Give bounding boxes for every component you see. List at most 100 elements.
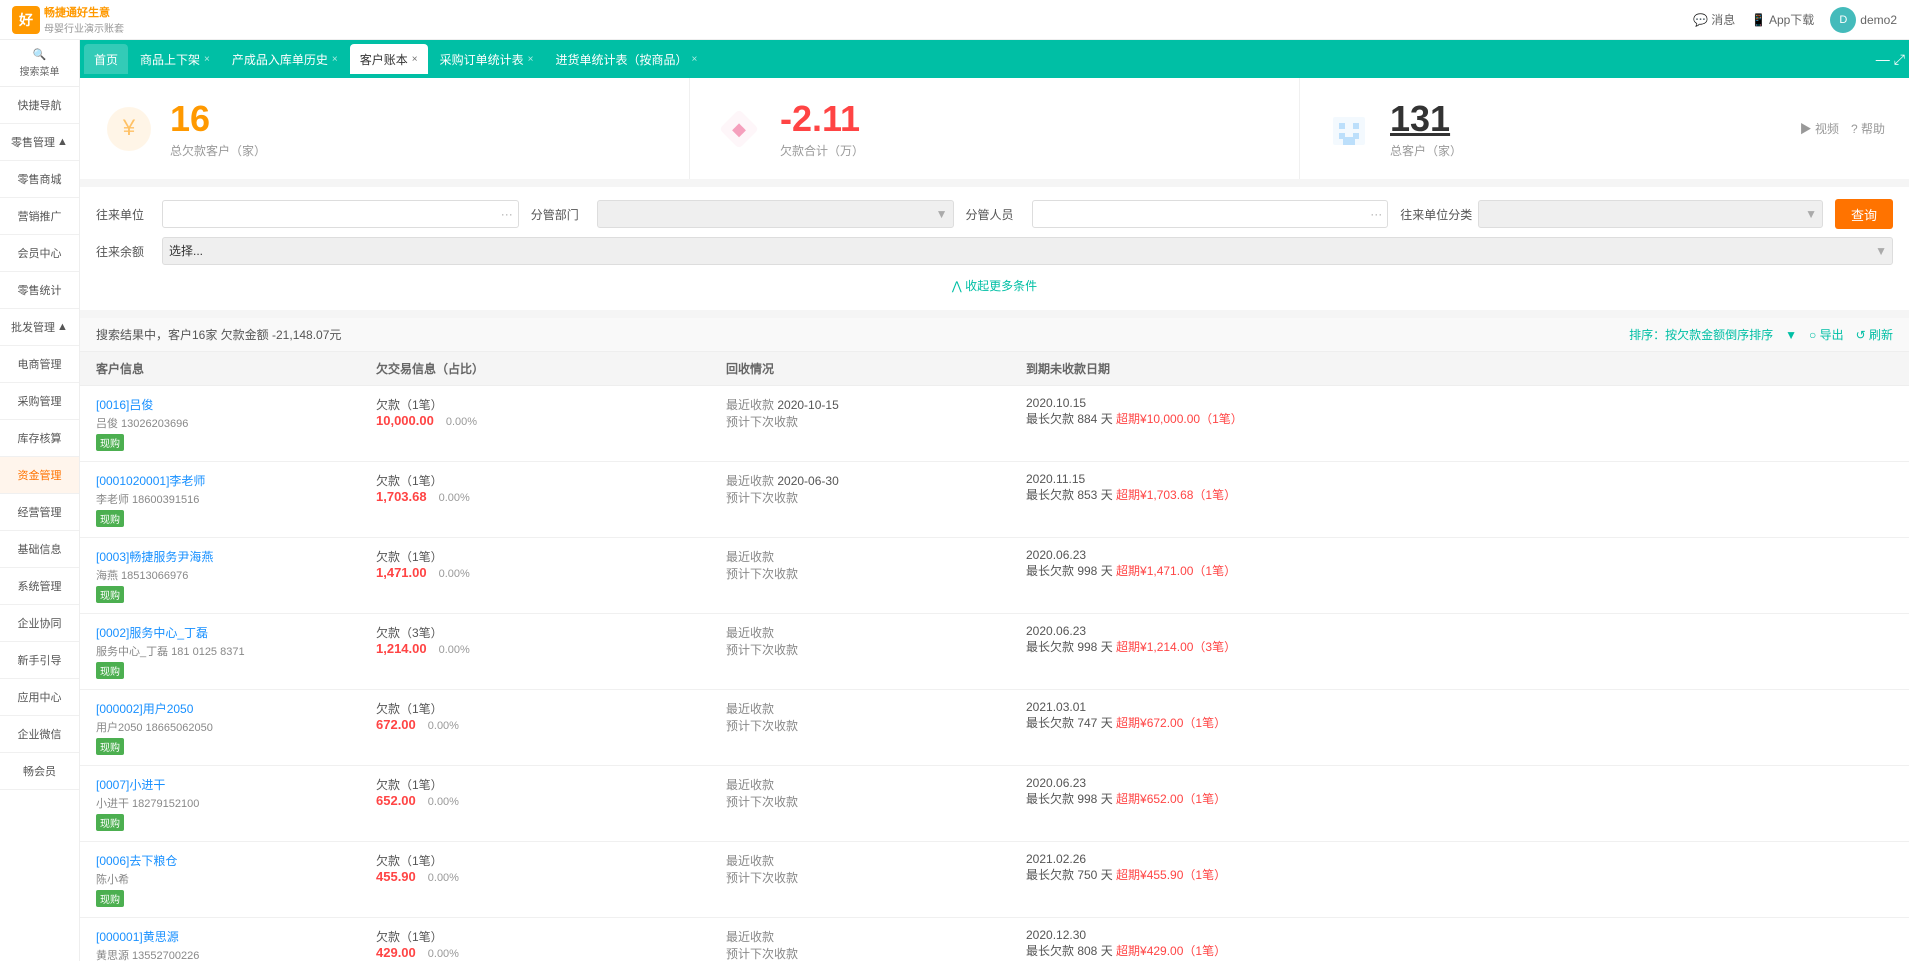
- sidebar-item-basic[interactable]: 基础信息: [0, 531, 79, 568]
- debt-amount[interactable]: 1,471.00: [376, 565, 427, 580]
- close-icon[interactable]: ×: [204, 54, 210, 65]
- filter-source-unit-class-select[interactable]: [1478, 200, 1823, 228]
- stat-label-owed-customers: 总欠款客户（家）: [170, 142, 266, 159]
- sidebar-item-marketing[interactable]: 营销推广: [0, 198, 79, 235]
- overdue-amount[interactable]: 超期¥672.00（1笔）: [1116, 716, 1226, 730]
- customer-name[interactable]: [000002]用户2050: [96, 700, 376, 717]
- sidebar-search[interactable]: 🔍 搜索菜单: [0, 40, 79, 87]
- refresh-btn[interactable]: ↺ 刷新: [1856, 326, 1893, 343]
- tab-inbound-stats[interactable]: 进货单统计表（按商品） ×: [545, 44, 707, 74]
- overdue-amount[interactable]: 超期¥652.00（1笔）: [1116, 792, 1226, 806]
- sidebar-item-quicknav[interactable]: 快捷导航: [0, 87, 79, 124]
- collapse-row[interactable]: ⋀ 收起更多条件: [96, 273, 1893, 298]
- customer-name[interactable]: [0007]小进干: [96, 776, 376, 793]
- collapse-icon: ⋀: [952, 279, 962, 293]
- search-button[interactable]: 查询: [1835, 199, 1893, 229]
- next-collect-label: 预计下次收款: [726, 567, 798, 581]
- next-collect-label: 预计下次收款: [726, 415, 798, 429]
- person-dots-icon[interactable]: ···: [1370, 207, 1382, 221]
- debt-amount[interactable]: 429.00: [376, 945, 416, 960]
- customer-name[interactable]: [000001]黄思源: [96, 928, 376, 945]
- due-date-cell: 2020.12.30 最长欠款 808 天 超期¥429.00（1笔）: [1026, 928, 1893, 961]
- maximize-icon[interactable]: ⤢: [1894, 51, 1905, 68]
- sidebar-item-retail-mall[interactable]: 零售商城: [0, 161, 79, 198]
- overdue-info-row: 最长欠款 998 天 超期¥1,214.00（3笔）: [1026, 638, 1893, 655]
- tab-customer-ledger[interactable]: 客户账本 ×: [350, 44, 428, 74]
- customer-info-cell: [000002]用户2050 用户2050 18665062050 现购: [96, 700, 376, 755]
- debt-amount[interactable]: 10,000.00: [376, 413, 434, 428]
- col-debt-info: 欠交易信息（占比）: [376, 360, 726, 377]
- tab-home[interactable]: 首页: [84, 44, 128, 74]
- debt-amount[interactable]: 652.00: [376, 793, 416, 808]
- minimize-icon[interactable]: —: [1876, 51, 1890, 67]
- close-icon-4[interactable]: ×: [528, 54, 534, 65]
- filter-source-unit: 往来单位 ···: [96, 200, 519, 228]
- export-btn[interactable]: ○ 导出: [1809, 326, 1844, 343]
- source-unit-dots-icon[interactable]: ···: [501, 207, 513, 221]
- app-download-btn[interactable]: 📱 App下载: [1751, 11, 1814, 28]
- overdue-amount[interactable]: 超期¥1,214.00（3笔）: [1116, 640, 1236, 654]
- next-collect-label: 预计下次收款: [726, 947, 798, 961]
- debt-count: 欠款（1笔）: [376, 852, 726, 869]
- close-icon-3[interactable]: ×: [412, 54, 418, 65]
- overdue-amount[interactable]: 超期¥10,000.00（1笔）: [1116, 412, 1243, 426]
- due-date-cell: 2021.02.26 最长欠款 750 天 超期¥455.90（1笔）: [1026, 852, 1893, 907]
- sidebar-item-retail-stats[interactable]: 零售统计: [0, 272, 79, 309]
- sidebar-item-collab[interactable]: 企业协同: [0, 605, 79, 642]
- sidebar-item-retail-mgmt[interactable]: 零售管理 ▲: [0, 124, 79, 161]
- sidebar-item-operation[interactable]: 经营管理: [0, 494, 79, 531]
- main-layout: 🔍 搜索菜单 快捷导航 零售管理 ▲ 零售商城 营销推广 会员中心 零售统计 批…: [0, 40, 1909, 961]
- overdue-amount[interactable]: 超期¥1,703.68（1笔）: [1116, 488, 1236, 502]
- overdue-amount[interactable]: 超期¥1,471.00（1笔）: [1116, 564, 1236, 578]
- debt-amount[interactable]: 455.90: [376, 869, 416, 884]
- filter-source-unit-input[interactable]: [162, 200, 519, 228]
- debt-amount[interactable]: 672.00: [376, 717, 416, 732]
- sidebar: 🔍 搜索菜单 快捷导航 零售管理 ▲ 零售商城 营销推广 会员中心 零售统计 批…: [0, 40, 80, 961]
- tab-production[interactable]: 产成品入库单历史 ×: [222, 44, 348, 74]
- filter-dept-select[interactable]: [597, 200, 954, 228]
- filter-balance: 往来余额 选择... ▼: [96, 237, 1893, 265]
- customer-name[interactable]: [0002]服务中心_丁磊: [96, 624, 376, 641]
- customer-name[interactable]: [0016]吕俊: [96, 396, 376, 413]
- tab-purchase-stats[interactable]: 采购订单统计表 ×: [430, 44, 544, 74]
- debt-amount[interactable]: 1,214.00: [376, 641, 427, 656]
- tab-goods[interactable]: 商品上下架 ×: [130, 44, 220, 74]
- debt-amount[interactable]: 1,703.68: [376, 489, 427, 504]
- filter-balance-select-wrap: 选择... ▼: [162, 237, 1893, 265]
- tag-xian: 现购: [96, 434, 124, 451]
- due-date: 2021.03.01: [1026, 700, 1893, 714]
- sidebar-item-ecommerce[interactable]: 电商管理: [0, 346, 79, 383]
- customer-name[interactable]: [0006]去下粮仓: [96, 852, 376, 869]
- close-icon-5[interactable]: ×: [691, 54, 697, 65]
- overdue-amount[interactable]: 超期¥455.90（1笔）: [1116, 868, 1226, 882]
- overdue-info-row: 最长欠款 998 天 超期¥1,471.00（1笔）: [1026, 562, 1893, 579]
- customer-name[interactable]: [0003]畅捷服务尹海燕: [96, 548, 376, 565]
- stat-card-total-debt: ◆ -2.11 欠款合计（万）: [690, 78, 1300, 179]
- customer-name[interactable]: [0001020001]李老师: [96, 472, 376, 489]
- filter-person: 分管人员 ···: [966, 200, 1389, 228]
- sidebar-item-corpwx[interactable]: 企业微信: [0, 716, 79, 753]
- sidebar-item-inventory[interactable]: 库存核算: [0, 420, 79, 457]
- sidebar-item-appstore[interactable]: 应用中心: [0, 679, 79, 716]
- sidebar-item-member[interactable]: 会员中心: [0, 235, 79, 272]
- filter-person-input[interactable]: [1032, 200, 1389, 228]
- tab-bar-actions: — ⤢: [1876, 51, 1905, 68]
- close-icon-2[interactable]: ×: [332, 54, 338, 65]
- sidebar-item-purchase[interactable]: 采购管理: [0, 383, 79, 420]
- customer-phone: 服务中心_丁磊 181 0125 8371: [96, 643, 376, 659]
- sidebar-item-system[interactable]: 系统管理: [0, 568, 79, 605]
- sidebar-item-member2[interactable]: 畅会员: [0, 753, 79, 790]
- user-avatar[interactable]: D demo2: [1830, 7, 1897, 33]
- sidebar-item-wholesale[interactable]: 批发管理 ▲: [0, 309, 79, 346]
- top-bar-left: 好 畅捷通好生意 母婴行业演示账套: [12, 4, 124, 35]
- last-collect-row: 最近收款: [726, 852, 1026, 869]
- overdue-amount[interactable]: 超期¥429.00（1笔）: [1116, 944, 1226, 958]
- sidebar-item-newuser[interactable]: 新手引导: [0, 642, 79, 679]
- next-collect-row: 预计下次收款: [726, 489, 1026, 506]
- help-btn[interactable]: ? 帮助: [1851, 120, 1885, 137]
- stat-num-owed-customers: 16: [170, 98, 266, 140]
- video-btn[interactable]: ▶ 视频: [1800, 120, 1839, 137]
- sidebar-item-finance[interactable]: 资金管理: [0, 457, 79, 494]
- message-btn[interactable]: 💬 消息: [1693, 11, 1735, 28]
- filter-balance-select[interactable]: 选择...: [162, 237, 1893, 265]
